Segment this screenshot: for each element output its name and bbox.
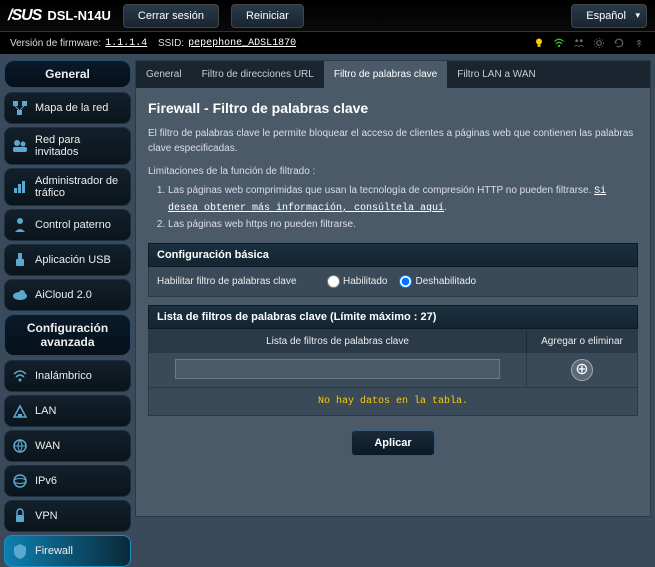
enabled-radio[interactable]: Habilitado bbox=[327, 275, 387, 288]
tab-filtro-de-direcciones-url[interactable]: Filtro de direcciones URL bbox=[192, 61, 324, 88]
sidebar-item-mapa-de-la-red[interactable]: Mapa de la red bbox=[4, 92, 131, 124]
wan-icon bbox=[11, 437, 29, 455]
sidebar-item-inalámbrico[interactable]: Inalámbrico bbox=[4, 360, 131, 392]
enable-row: Habilitar filtro de palabras clave Habil… bbox=[148, 267, 638, 297]
empty-message: No hay datos en la tabla. bbox=[149, 387, 637, 415]
lan-icon bbox=[11, 402, 29, 420]
tabs: GeneralFiltro de direcciones URLFiltro d… bbox=[136, 61, 650, 88]
sidebar-item-wan[interactable]: WAN bbox=[4, 430, 131, 462]
sidebar-item-aplicación-usb[interactable]: Aplicación USB bbox=[4, 244, 131, 276]
fw-version-link[interactable]: 1.1.1.4 bbox=[105, 38, 147, 49]
ssid-link[interactable]: pepephone_ADSL1870 bbox=[188, 38, 296, 49]
sidebar-header-general: General bbox=[4, 60, 131, 88]
traffic-icon bbox=[11, 178, 29, 196]
description: El filtro de palabras clave le permite b… bbox=[148, 126, 638, 156]
bulb-icon[interactable] bbox=[533, 37, 545, 49]
tab-general[interactable]: General bbox=[136, 61, 192, 88]
limitations-label: Limitaciones de la función de filtrado : bbox=[148, 166, 638, 177]
top-bar: /SUS DSL-N14U Cerrar sesión Reiniciar Es… bbox=[0, 0, 655, 32]
col-keywords: Lista de filtros de palabras clave bbox=[149, 330, 527, 353]
cloud-icon bbox=[11, 286, 29, 304]
guest-icon bbox=[11, 137, 29, 155]
sidebar-item-label: LAN bbox=[35, 405, 56, 417]
limitations-list: Las páginas web comprimidas que usan la … bbox=[148, 183, 638, 233]
limitation-item: Las páginas web https no pueden filtrars… bbox=[168, 217, 638, 233]
logout-button[interactable]: Cerrar sesión bbox=[123, 4, 219, 28]
sidebar-item-aicloud-2.0[interactable]: AiCloud 2.0 bbox=[4, 279, 131, 311]
usb-icon bbox=[11, 251, 29, 269]
sidebar-item-control-paterno[interactable]: Control paterno bbox=[4, 209, 131, 241]
sidebar-header-advanced: Configuración avanzada bbox=[4, 314, 131, 356]
sidebar-item-vpn[interactable]: VPN bbox=[4, 500, 131, 532]
page-title: Firewall - Filtro de palabras clave bbox=[148, 100, 638, 116]
model-text: DSL-N14U bbox=[47, 8, 111, 23]
col-action: Agregar o eliminar bbox=[527, 330, 637, 353]
enable-label: Habilitar filtro de palabras clave bbox=[157, 276, 327, 287]
wifi-icon bbox=[11, 367, 29, 385]
apply-button[interactable]: Aplicar bbox=[351, 430, 434, 456]
network-map-icon bbox=[11, 99, 29, 117]
sidebar-item-label: Administrador de tráfico bbox=[35, 175, 124, 199]
sidebar-item-label: AiCloud 2.0 bbox=[35, 289, 92, 301]
tab-filtro-lan-a-wan[interactable]: Filtro LAN a WAN bbox=[447, 61, 546, 88]
config-section-head: Configuración básica bbox=[148, 243, 638, 267]
firewall-icon bbox=[11, 542, 29, 560]
sidebar-item-ipv6[interactable]: IPv6 bbox=[4, 465, 131, 497]
language-select[interactable]: Español bbox=[571, 4, 647, 28]
keyword-table: Lista de filtros de palabras clave Agreg… bbox=[148, 329, 638, 416]
list-section-head: Lista de filtros de palabras clave (Lími… bbox=[148, 305, 638, 329]
ssid-label: SSID: bbox=[158, 38, 184, 49]
status-icons bbox=[533, 37, 645, 49]
content: GeneralFiltro de direcciones URLFiltro d… bbox=[135, 54, 655, 523]
sidebar-item-label: WAN bbox=[35, 440, 60, 452]
sidebar-item-label: Inalámbrico bbox=[35, 370, 92, 382]
parental-icon bbox=[11, 216, 29, 234]
sidebar-item-label: Control paterno bbox=[35, 219, 111, 231]
tab-filtro-de-palabras-clave[interactable]: Filtro de palabras clave bbox=[324, 61, 447, 88]
limitation-item: Las páginas web comprimidas que usan la … bbox=[168, 183, 638, 217]
sidebar-item-red-para-invitados[interactable]: Red para invitados bbox=[4, 127, 131, 165]
sidebar-item-label: Mapa de la red bbox=[35, 102, 108, 114]
users-icon[interactable] bbox=[573, 37, 585, 49]
sidebar-item-label: IPv6 bbox=[35, 475, 57, 487]
refresh-icon[interactable] bbox=[613, 37, 625, 49]
usb-status-icon[interactable] bbox=[633, 37, 645, 49]
keyword-input[interactable] bbox=[175, 359, 500, 379]
vpn-icon bbox=[11, 507, 29, 525]
info-bar: Versión de firmware: 1.1.1.4 SSID: pepep… bbox=[0, 32, 655, 54]
sidebar-item-lan[interactable]: LAN bbox=[4, 395, 131, 427]
sidebar-item-label: Aplicación USB bbox=[35, 254, 111, 266]
sidebar-item-label: VPN bbox=[35, 510, 58, 522]
wifi-status-icon[interactable] bbox=[553, 37, 565, 49]
fw-label: Versión de firmware: bbox=[10, 38, 101, 49]
brand-text: /SUS bbox=[8, 7, 41, 25]
add-button[interactable]: ⊕ bbox=[571, 359, 593, 381]
disabled-radio[interactable]: Deshabilitado bbox=[399, 275, 476, 288]
sidebar-item-firewall[interactable]: Firewall bbox=[4, 535, 131, 567]
sidebar-item-administrador-de-tráfico[interactable]: Administrador de tráfico bbox=[4, 168, 131, 206]
gear-icon[interactable] bbox=[593, 37, 605, 49]
sidebar: General Mapa de la red Red para invitados… bbox=[0, 54, 135, 523]
reboot-button[interactable]: Reiniciar bbox=[231, 4, 304, 28]
logo: /SUS DSL-N14U bbox=[8, 7, 111, 25]
ipv6-icon bbox=[11, 472, 29, 490]
sidebar-item-label: Red para invitados bbox=[35, 134, 124, 158]
sidebar-item-label: Firewall bbox=[35, 545, 73, 557]
